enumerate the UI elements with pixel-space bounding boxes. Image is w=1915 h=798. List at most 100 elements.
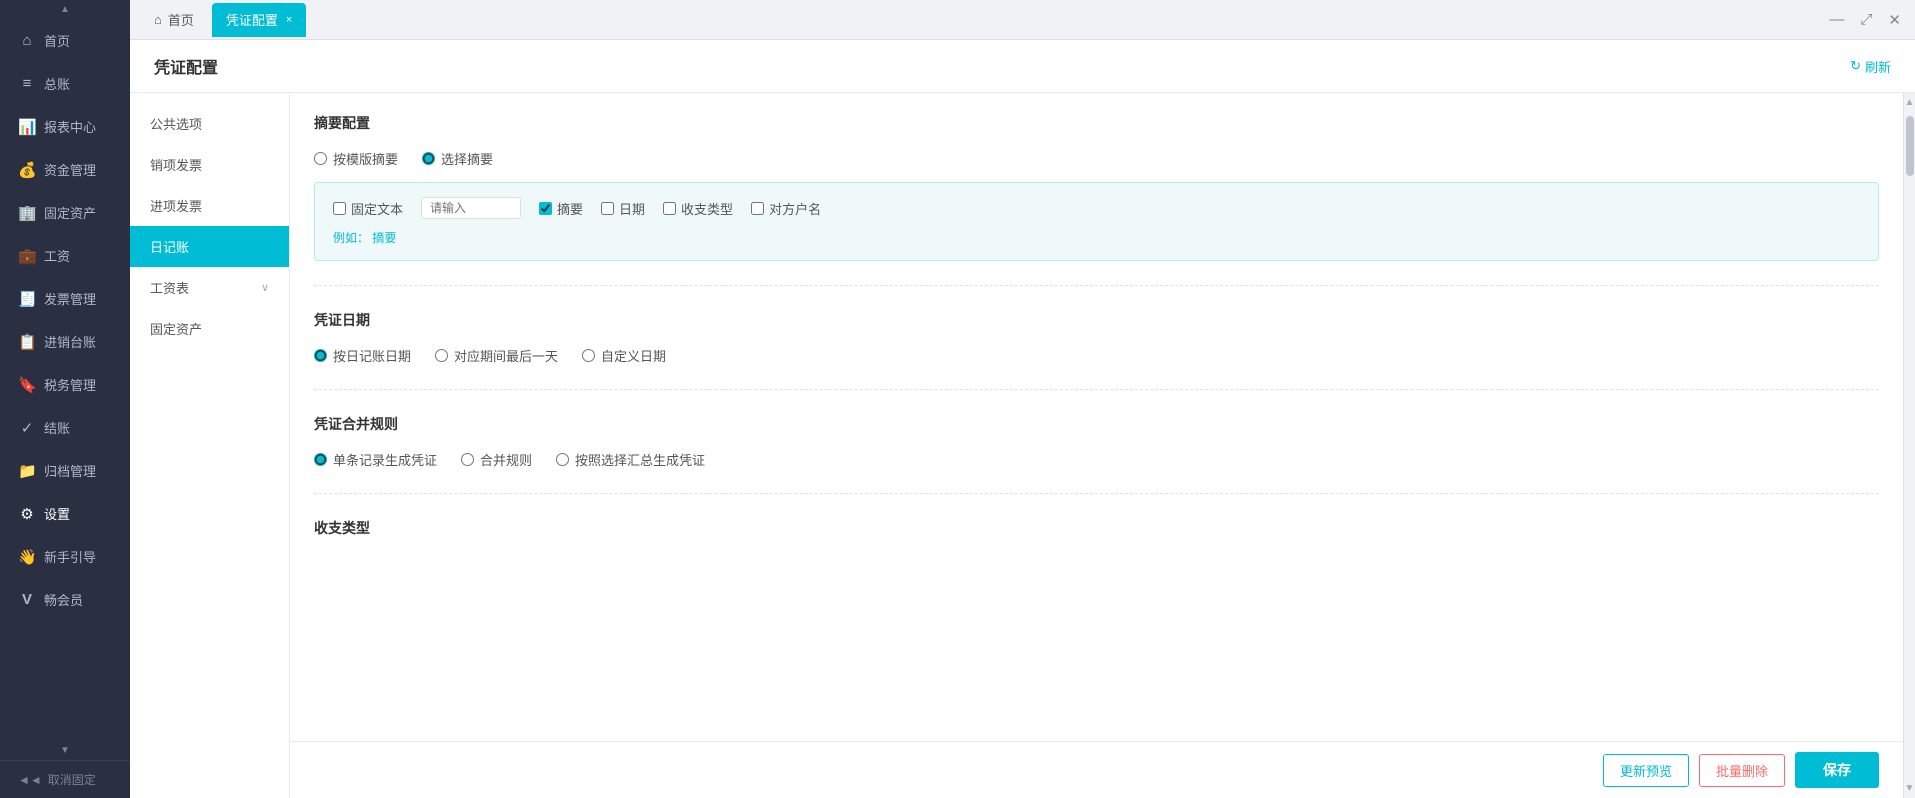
radio-select-merge[interactable]: 按照选择汇总生成凭证 [556, 450, 705, 469]
sidebar-item-settings[interactable]: ⚙ 设置 [0, 492, 130, 535]
tab-home[interactable]: ⌂ 首页 [140, 3, 208, 37]
section-title-summary: 摘要配置 [314, 113, 1879, 133]
checkbox-counterparty-label: 对方户名 [769, 199, 821, 218]
tab-voucher-config[interactable]: 凭证配置 × [212, 3, 306, 37]
radio-select-summary-input[interactable] [422, 152, 435, 165]
left-nav-label-journal: 日记账 [150, 237, 189, 256]
sidebar-item-settlement[interactable]: ✓ 结账 [0, 406, 130, 449]
radio-select-summary-label: 选择摘要 [441, 149, 493, 168]
section-title-merge-rule: 凭证合并规则 [314, 414, 1879, 434]
checkbox-summary[interactable]: 摘要 [539, 199, 583, 218]
radio-merge-rule-input[interactable] [461, 453, 474, 466]
left-nav-item-sales-invoice[interactable]: 销项发票 [130, 144, 289, 185]
sidebar-item-ledger[interactable]: ≡ 总账 [0, 62, 130, 105]
sidebar-scroll-up[interactable]: ▲ [0, 0, 130, 19]
left-nav-item-journal[interactable]: 日记账 [130, 226, 289, 267]
left-nav-item-payroll[interactable]: 工资表 ∨ [130, 267, 289, 308]
section-voucher-date: 凭证日期 按日记账日期 对应期间最后一天 [314, 310, 1879, 390]
sidebar: ▲ ⌂ 首页 ≡ 总账 📊 报表中心 💰 资金管理 🏢 固定资产 💼 工资 🧾 … [0, 0, 130, 798]
radio-single-record-input[interactable] [314, 453, 327, 466]
radio-select-merge-input[interactable] [556, 453, 569, 466]
sidebar-item-fixed-assets[interactable]: 🏢 固定资产 [0, 191, 130, 234]
radio-custom-date[interactable]: 自定义日期 [582, 346, 666, 365]
funds-icon: 💰 [18, 161, 36, 179]
radio-last-day[interactable]: 对应期间最后一天 [435, 346, 558, 365]
left-nav-item-purchase-invoice[interactable]: 进项发票 [130, 185, 289, 226]
window-minimize-button[interactable]: — [1825, 9, 1848, 31]
tab-close-button[interactable]: × [286, 14, 292, 26]
left-nav-label-payroll: 工资表 [150, 278, 189, 297]
home-tab-icon: ⌂ [154, 12, 162, 27]
sidebar-item-vip[interactable]: V 畅会员 [0, 578, 130, 621]
salary-icon: 💼 [18, 247, 36, 265]
window-maximize-button[interactable]: ⤢ [1856, 9, 1876, 31]
sidebar-item-label: 畅会员 [44, 590, 83, 609]
summary-radio-group: 按模版摘要 选择摘要 [314, 149, 1879, 168]
scroll-down-arrow[interactable]: ▼ [1905, 779, 1915, 798]
refresh-icon: ↻ [1850, 58, 1861, 74]
tab-bar: ⌂ 首页 凭证配置 × — ⤢ ✕ [130, 0, 1915, 40]
left-nav-item-fixed-assets[interactable]: 固定资产 [130, 308, 289, 349]
example-label: 例如： [333, 231, 369, 245]
archive-icon: 📁 [18, 462, 36, 480]
radio-last-day-label: 对应期间最后一天 [454, 346, 558, 365]
sidebar-item-invoice-mgmt[interactable]: 🧾 发票管理 [0, 277, 130, 320]
checkbox-counterparty-input[interactable] [751, 202, 764, 215]
section-summary-config: 摘要配置 按模版摘要 选择摘要 [314, 113, 1879, 286]
checkbox-payment-type[interactable]: 收支类型 [663, 199, 733, 218]
save-button[interactable]: 保存 [1795, 752, 1879, 788]
radio-single-record[interactable]: 单条记录生成凭证 [314, 450, 437, 469]
radio-merge-rule[interactable]: 合并规则 [461, 450, 532, 469]
radio-custom-date-input[interactable] [582, 349, 595, 362]
sidebar-item-label: 工资 [44, 246, 70, 265]
batch-delete-button[interactable]: 批量删除 [1699, 754, 1785, 787]
checkbox-fixed-text[interactable]: 固定文本 [333, 199, 403, 218]
sidebar-unpin-button[interactable]: ◄◄ 取消固定 [0, 760, 130, 798]
reports-icon: 📊 [18, 118, 36, 136]
scroll-up-arrow[interactable]: ▲ [1905, 93, 1915, 112]
checkbox-payment-type-input[interactable] [663, 202, 676, 215]
sidebar-item-salary[interactable]: 💼 工资 [0, 234, 130, 277]
fixed-text-input[interactable] [421, 197, 521, 219]
tab-home-label: 首页 [168, 10, 194, 29]
window-close-button[interactable]: ✕ [1884, 9, 1905, 31]
sidebar-item-tax-mgmt[interactable]: 🔖 税务管理 [0, 363, 130, 406]
sidebar-item-archive[interactable]: 📁 归档管理 [0, 449, 130, 492]
checkbox-counterparty[interactable]: 对方户名 [751, 199, 821, 218]
example-value: 摘要 [372, 231, 396, 245]
radio-journal-date[interactable]: 按日记账日期 [314, 346, 411, 365]
checkbox-summary-input[interactable] [539, 202, 552, 215]
sidebar-item-sales-ledger[interactable]: 📋 进销台账 [0, 320, 130, 363]
radio-select-merge-label: 按照选择汇总生成凭证 [575, 450, 705, 469]
sidebar-item-guide[interactable]: 👋 新手引导 [0, 535, 130, 578]
refresh-button[interactable]: ↻ 刷新 [1850, 57, 1891, 76]
radio-template-summary[interactable]: 按模版摘要 [314, 149, 398, 168]
tab-active-label: 凭证配置 [226, 10, 278, 29]
checkbox-date-input[interactable] [601, 202, 614, 215]
radio-select-summary[interactable]: 选择摘要 [422, 149, 493, 168]
guide-icon: 👋 [18, 548, 36, 566]
bottom-bar: 更新预览 批量删除 保存 [290, 741, 1903, 798]
scrollbar-track: ▲ ▼ [1903, 93, 1915, 798]
sidebar-item-reports[interactable]: 📊 报表中心 [0, 105, 130, 148]
sidebar-item-funds[interactable]: 💰 资金管理 [0, 148, 130, 191]
checkbox-fixed-text-input[interactable] [333, 202, 346, 215]
vip-icon: V [18, 591, 36, 608]
scroll-thumb[interactable] [1906, 116, 1914, 176]
checkbox-date[interactable]: 日期 [601, 199, 645, 218]
update-preview-button[interactable]: 更新预览 [1603, 754, 1689, 787]
radio-journal-date-input[interactable] [314, 349, 327, 362]
page-header: 凭证配置 ↻ 刷新 [130, 40, 1915, 93]
body-layout: 公共选项 销项发票 进项发票 日记账 工资表 ∨ 固定资产 [130, 93, 1915, 798]
sidebar-item-label: 结账 [44, 418, 70, 437]
left-nav-item-public[interactable]: 公共选项 [130, 103, 289, 144]
radio-last-day-input[interactable] [435, 349, 448, 362]
sidebar-item-home[interactable]: ⌂ 首页 [0, 19, 130, 62]
chevron-down-icon: ∨ [261, 281, 269, 294]
tax-mgmt-icon: 🔖 [18, 376, 36, 394]
right-content: 摘要配置 按模版摘要 选择摘要 [290, 93, 1903, 741]
left-nav-label-purchase-invoice: 进项发票 [150, 196, 202, 215]
sidebar-scroll-down[interactable]: ▼ [0, 741, 130, 760]
unpin-icon: ◄◄ [18, 773, 42, 787]
radio-template-summary-input[interactable] [314, 152, 327, 165]
